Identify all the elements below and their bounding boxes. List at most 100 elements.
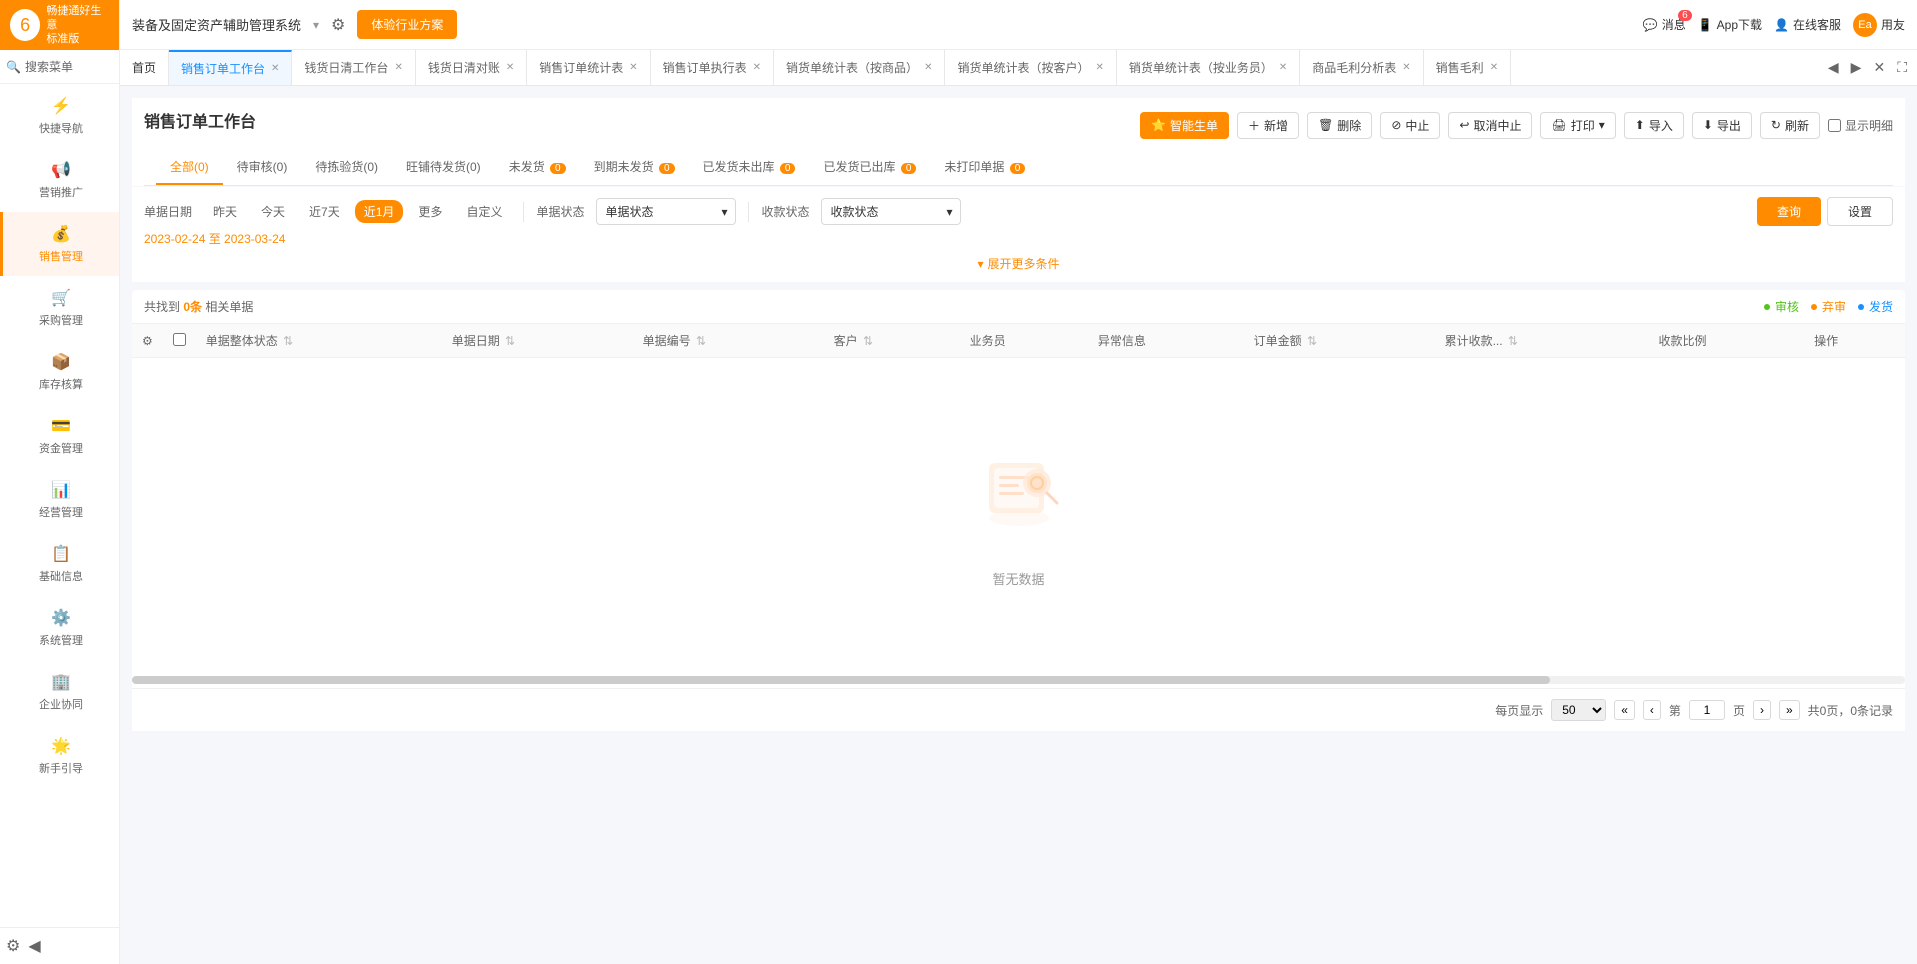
cancel-stop-btn[interactable]: ↩ 取消中止 [1448,112,1532,139]
sidebar-item-newbie[interactable]: 🌟 新手引导 [0,724,119,788]
sidebar-item-finance[interactable]: 💳 资金管理 [0,404,119,468]
tab-prev-btn[interactable]: ◀ [1824,57,1843,78]
tab-cash-daily[interactable]: 钱货日清工作台 ✕ [292,50,415,86]
scroll-thumb[interactable] [132,676,1550,684]
col-customer[interactable]: 客户 ⇅ [824,324,960,358]
tab-close-icon[interactable]: ✕ [924,62,932,73]
tab-close-icon[interactable]: ✕ [271,63,279,74]
refresh-btn[interactable]: ↻ 刷新 [1760,112,1820,139]
trial-btn[interactable]: 体验行业方案 [357,10,457,39]
subtab-shop-pending[interactable]: 旺铺待发货(0) [392,150,495,185]
sidebar-item-system[interactable]: ⚙️ 系统管理 [0,596,119,660]
col-status[interactable]: 单据整体状态 ⇅ [196,324,442,358]
col-number[interactable]: 单据编号 ⇅ [633,324,824,358]
message-btn[interactable]: 💬 消息 6 [1643,16,1686,33]
col-settings[interactable]: ⚙ [132,324,163,358]
show-detail-checkbox[interactable]: 显示明细 [1828,117,1893,134]
status-filter-select[interactable]: 单据状态 ▾ [596,198,736,225]
set-btn[interactable]: 设置 [1827,197,1893,226]
cancel-audit-action-btn[interactable]: 弃审 [1811,298,1846,315]
subtab-pending-pick[interactable]: 待拣验货(0) [301,150,392,185]
prev-page-btn[interactable]: ‹ [1643,700,1661,720]
total-count: 0条 [183,300,202,314]
tab-maximize-btn[interactable]: ⛶ [1893,57,1911,78]
delete-btn[interactable]: 🗑 删除 [1307,112,1372,139]
subtab-not-printed[interactable]: 未打印单据 0 [930,150,1039,185]
topbar-gear[interactable]: ⚙ [331,15,345,35]
next-page-btn[interactable]: › [1753,700,1771,720]
date-more[interactable]: 更多 [409,200,451,223]
date-7days[interactable]: 近7天 [300,200,349,223]
col-checkbox[interactable] [163,324,196,358]
show-detail-input[interactable] [1828,119,1841,132]
tab-close-icon[interactable]: ✕ [629,62,637,73]
query-btn[interactable]: 查询 [1757,197,1821,226]
add-btn[interactable]: ＋ 新增 [1237,112,1299,139]
col-collected[interactable]: 累计收款... ⇅ [1435,324,1649,358]
tab-sales-order-workbench[interactable]: 销售订单工作台 ✕ [169,50,292,86]
tab-close-icon[interactable]: ✕ [506,62,514,73]
tab-sales-exec[interactable]: 销售订单执行表 ✕ [651,50,774,86]
subtab-pending-audit[interactable]: 待审核(0) [223,150,302,185]
first-page-btn[interactable]: « [1614,700,1635,720]
tab-sales-product[interactable]: 销货单统计表（按商品） ✕ [774,50,945,86]
smart-generate-btn[interactable]: ⭐ 智能生单 [1140,112,1229,139]
tab-close-all-btn[interactable]: ✕ [1869,57,1889,78]
col-staff[interactable]: 业务员 [960,324,1088,358]
subtab-shipped-out[interactable]: 已发货已出库 0 [809,150,930,185]
import-btn[interactable]: ⬆ 导入 [1624,112,1684,139]
per-page-select[interactable]: 50 10 20 100 [1551,699,1606,721]
ship-action-btn[interactable]: 发货 [1858,298,1893,315]
audit-action-btn[interactable]: 审核 [1764,298,1799,315]
app-download-btn[interactable]: 📱 App下载 [1698,16,1762,33]
print-btn[interactable]: 🖨 打印 ▾ [1540,112,1615,139]
tab-close-icon[interactable]: ✕ [753,62,761,73]
tab-home[interactable]: 首页 [120,50,169,86]
col-abnormal[interactable]: 异常信息 [1088,324,1244,358]
collapse-icon[interactable]: ◀ [28,936,40,956]
tab-sales-stat[interactable]: 销售订单统计表 ✕ [527,50,650,86]
sidebar-item-quick-nav[interactable]: ⚡ 快捷导航 [0,84,119,148]
subtab-not-shipped[interactable]: 未发货 0 [495,150,580,185]
tab-close-icon[interactable]: ✕ [1279,62,1287,73]
tab-sales-staff[interactable]: 销货单统计表（按业务员） ✕ [1117,50,1300,86]
page-input[interactable] [1689,700,1725,720]
sidebar-item-enterprise[interactable]: 🏢 企业协同 [0,660,119,724]
sidebar-item-purchase[interactable]: 🛒 采购管理 [0,276,119,340]
tab-profit-analysis[interactable]: 商品毛利分析表 ✕ [1300,50,1423,86]
tab-close-icon[interactable]: ✕ [1402,62,1410,73]
tab-sales-customer[interactable]: 销货单统计表（按客户） ✕ [945,50,1116,86]
tab-close-icon[interactable]: ✕ [394,62,402,73]
sidebar-item-marketing[interactable]: 📢 营销推广 [0,148,119,212]
tab-close-icon[interactable]: ✕ [1095,62,1103,73]
scroll-area[interactable] [132,668,1905,688]
sidebar-item-operations[interactable]: 📊 经营管理 [0,468,119,532]
tab-home-label: 首页 [132,59,156,76]
stop-btn[interactable]: ⊘ 中止 [1380,112,1440,139]
subtab-all[interactable]: 全部(0) [156,150,223,185]
subtab-shipped-no-out[interactable]: 已发货未出库 0 [689,150,810,185]
sidebar-search[interactable]: 🔍 搜索菜单 [0,50,119,84]
last-page-btn[interactable]: » [1779,700,1800,720]
online-service-btn[interactable]: 👤 在线客服 [1774,16,1841,33]
user-menu[interactable]: Ea 用友 [1853,13,1905,37]
sidebar-item-base-info[interactable]: 📋 基础信息 [0,532,119,596]
col-amount[interactable]: 订单金额 ⇅ [1244,324,1435,358]
sidebar-item-sales[interactable]: 💰 销售管理 [0,212,119,276]
export-btn[interactable]: ⬇ 导出 [1692,112,1752,139]
tab-sales-profit[interactable]: 销售毛利 ✕ [1424,50,1511,86]
payment-filter-select[interactable]: 收款状态 ▾ [821,198,961,225]
expand-filter-btn[interactable]: ▾ 展开更多条件 [977,255,1059,272]
tab-close-icon[interactable]: ✕ [1490,62,1498,73]
date-custom[interactable]: 自定义 [457,200,511,223]
col-date[interactable]: 单据日期 ⇅ [442,324,633,358]
tab-next-btn[interactable]: ▶ [1847,57,1866,78]
settings-icon[interactable]: ⚙ [6,936,20,956]
date-yesterday[interactable]: 昨天 [204,200,246,223]
sidebar-item-inventory[interactable]: 📦 库存核算 [0,340,119,404]
tab-cash-reconcile[interactable]: 钱货日清对账 ✕ [416,50,527,86]
select-all-checkbox[interactable] [173,333,186,346]
subtab-overdue[interactable]: 到期未发货 0 [580,150,689,185]
date-1month[interactable]: 近1月 [355,200,404,223]
date-today[interactable]: 今天 [252,200,294,223]
